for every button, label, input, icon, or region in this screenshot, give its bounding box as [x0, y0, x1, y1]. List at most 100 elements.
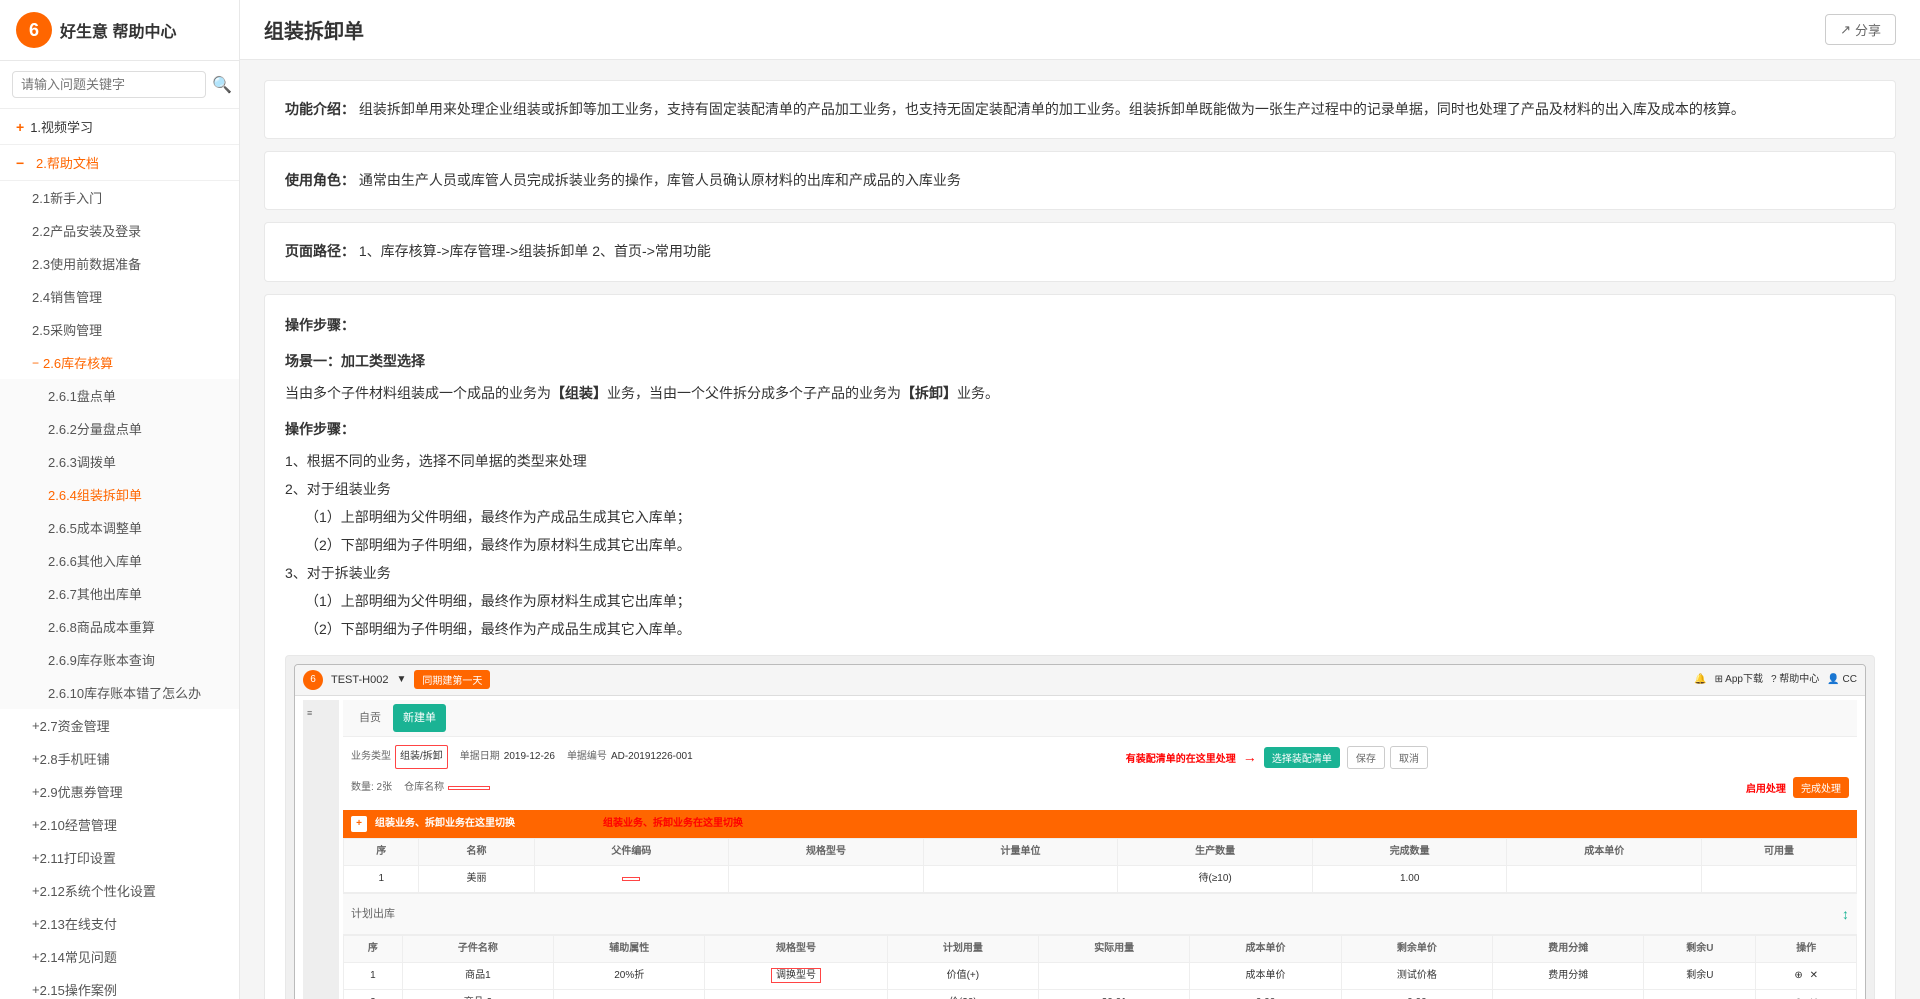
- sidebar-item-install[interactable]: 2.2产品安装及登录: [0, 214, 239, 247]
- col-l-remain: 剩余单价: [1341, 935, 1492, 962]
- sidebar-item-print[interactable]: + 2.11打印设置: [0, 841, 239, 874]
- sidebar-item-label: 2.11打印设置: [40, 848, 116, 867]
- cell: 调换型号: [705, 962, 887, 989]
- sidebar-item-help-docs[interactable]: − 2.帮助文档: [0, 145, 239, 181]
- copy-icon[interactable]: ⊕: [1794, 970, 1802, 981]
- section-toggle-label: 组装业务、拆卸业务在这里切换: [375, 814, 515, 834]
- step2-1: （1）上部明细为父件明细，最终作为产成品生成其它入库单；: [285, 503, 1875, 531]
- col-l-spec: 规格型号: [705, 935, 887, 962]
- parent-code-input[interactable]: [622, 877, 640, 881]
- cancel-btn[interactable]: 取消: [1390, 746, 1428, 769]
- ops-title: 操作步骤：: [285, 311, 1875, 339]
- expand-icon-lower: ↕: [1842, 900, 1849, 928]
- cell: 20%折: [554, 962, 705, 989]
- sidebar-item-purchase[interactable]: 2.5采购管理: [0, 313, 239, 346]
- sidebar-item-coupon[interactable]: + 2.9优惠券管理: [0, 775, 239, 808]
- sidebar-item-label: 2.6.3调拨单: [48, 452, 116, 471]
- sidebar-item-cost-recalc[interactable]: 2.6.8商品成本重算: [0, 610, 239, 643]
- order-value: AD-20191226-001: [611, 747, 693, 767]
- sidebar-item-label: 2.10经营管理: [40, 815, 117, 834]
- role-label: 使用角色：: [285, 172, 355, 188]
- sidebar-item-label: 2.6.9库存账本查询: [48, 650, 155, 669]
- col-l-aux: 辅助属性: [554, 935, 705, 962]
- warehouse-value[interactable]: [448, 786, 490, 790]
- col-l-name: 子件名称: [402, 935, 553, 962]
- share-button[interactable]: ↗ 分享: [1825, 14, 1896, 45]
- type-value[interactable]: 组装/拆卸: [395, 745, 448, 769]
- main-panel: 组装拆卸单 ↗ 分享 功能介绍： 组装拆卸单用来处理企业组装或拆卸等加工业务，支…: [240, 0, 1920, 999]
- sidebar: 6 好生意 帮助中心 🔍 + 1.视频学习 − 2.帮助文档 2.1新手入门 2…: [0, 0, 240, 999]
- col-l-plan: 计划用量: [887, 935, 1038, 962]
- enable-btn[interactable]: 完成处理: [1793, 777, 1849, 798]
- search-icon[interactable]: 🔍: [212, 75, 232, 95]
- cell-op: ⊕ ✕: [1756, 989, 1857, 999]
- sidebar-item-settings[interactable]: + 2.12系统个性化设置: [0, 874, 239, 907]
- cell: 价值(+): [887, 962, 1038, 989]
- app-quick-btn[interactable]: 同期建第一天: [414, 670, 490, 689]
- expand-icon: +: [32, 751, 40, 766]
- confirm-btn[interactable]: 保存: [1347, 746, 1385, 769]
- sidebar-item-label: 2.帮助文档: [36, 153, 99, 172]
- tab-home[interactable]: 自贡: [351, 704, 389, 732]
- help-icon: ? 帮助中心: [1771, 670, 1819, 690]
- sidebar-item-stock-error[interactable]: 2.6.10库存账本错了怎么办: [0, 676, 239, 709]
- sidebar-item-other-in[interactable]: 2.6.6其他入库单: [0, 544, 239, 577]
- app-nav-bar: ≡ 自贡 新建单: [295, 696, 1865, 999]
- cell: 费用分摊: [1493, 962, 1644, 989]
- sidebar-item-data-prep[interactable]: 2.3使用前数据准备: [0, 247, 239, 280]
- cell: [1644, 989, 1756, 999]
- sidebar-item-sales[interactable]: 2.4销售管理: [0, 280, 239, 313]
- date-value: 2019-12-26: [504, 747, 555, 767]
- sidebar-item-cases[interactable]: + 2.15操作案例: [0, 973, 239, 999]
- sidebar-item-operations[interactable]: + 2.10经营管理: [0, 808, 239, 841]
- sidebar-item-label: 2.8手机旺铺: [40, 749, 110, 768]
- ops-section: 操作步骤： 场景一：加工类型选择 当由多个子件材料组装成一个成品的业务为【组装】…: [264, 294, 1896, 999]
- col-l-u: 剩余U: [1644, 935, 1756, 962]
- cell-op: ⊕ ✕: [1756, 962, 1857, 989]
- expand-icon: +: [32, 916, 40, 931]
- app-logo-mini: 6: [303, 670, 323, 690]
- sidebar-item-videos[interactable]: + 1.视频学习: [0, 109, 239, 145]
- sidebar-item-label: 2.12系统个性化设置: [40, 881, 156, 900]
- sidebar-item-partial-stocktake[interactable]: 2.6.2分量盘点单: [0, 412, 239, 445]
- sidebar-item-assembly[interactable]: 2.6.4组装拆卸单: [0, 478, 239, 511]
- sidebar-item-transfer[interactable]: 2.6.3调拨单: [0, 445, 239, 478]
- sidebar-item-payment[interactable]: + 2.13在线支付: [0, 907, 239, 940]
- sidebar-item-cost-adjust[interactable]: 2.6.5成本调整单: [0, 511, 239, 544]
- collapse-icon: −: [16, 155, 30, 171]
- form-row-type: 业务类型 组装/拆卸 单据日期 2019-12-26 单据编号: [351, 743, 1849, 771]
- sidebar-item-beginner[interactable]: 2.1新手入门: [0, 181, 239, 214]
- assembly-list-btn[interactable]: 选择装配清单: [1264, 747, 1340, 768]
- sidebar-item-other-out[interactable]: 2.6.7其他出库单: [0, 577, 239, 610]
- share-label: 分享: [1855, 20, 1881, 39]
- tab-new[interactable]: 新建单: [393, 704, 446, 732]
- sidebar-item-mobile[interactable]: + 2.8手机旺铺: [0, 742, 239, 775]
- date-label: 单据日期: [460, 747, 500, 767]
- page-title: 组装拆卸单: [264, 15, 364, 44]
- sidebar-item-label: 2.2产品安装及登录: [32, 221, 141, 240]
- col-l-seq: 序: [344, 935, 403, 962]
- col-spec: 规格型号: [729, 838, 924, 865]
- annotation2-area: 启用处理 完成处理: [502, 777, 1849, 800]
- sidebar-item-stocktake[interactable]: 2.6.1盘点单: [0, 379, 239, 412]
- main-app-content: 自贡 新建单 业务类型 组装/拆卸: [343, 700, 1857, 999]
- cell: 商品1: [402, 962, 553, 989]
- cell-cost-price: [1507, 865, 1702, 892]
- expand-icon: +: [32, 718, 40, 733]
- search-input[interactable]: [12, 71, 206, 98]
- section-toggle-bar: + 组装业务、拆卸业务在这里切换 组装业务、拆卸业务在这里切换: [343, 810, 1857, 838]
- sidebar-item-stock-query[interactable]: 2.6.9库存账本查询: [0, 643, 239, 676]
- cell: 剩余U: [1644, 962, 1756, 989]
- sidebar-item-faq[interactable]: + 2.14常见问题: [0, 940, 239, 973]
- sidebar-item-inventory[interactable]: − 2.6库存核算: [0, 346, 239, 379]
- qty-label: 数量: 2张: [351, 778, 392, 798]
- cell: 成本单价: [1190, 962, 1341, 989]
- sidebar-item-finance[interactable]: + 2.7资金管理: [0, 709, 239, 742]
- delete-icon[interactable]: ✕: [1810, 970, 1818, 981]
- cell: [1493, 989, 1644, 999]
- sidebar-header: 6 好生意 帮助中心: [0, 0, 239, 61]
- col-unit: 计量单位: [923, 838, 1118, 865]
- spec-input[interactable]: 调换型号: [771, 968, 821, 983]
- sidebar-item-label: 2.6.8商品成本重算: [48, 617, 155, 636]
- sidebar-item-label: 2.15操作案例: [40, 980, 117, 999]
